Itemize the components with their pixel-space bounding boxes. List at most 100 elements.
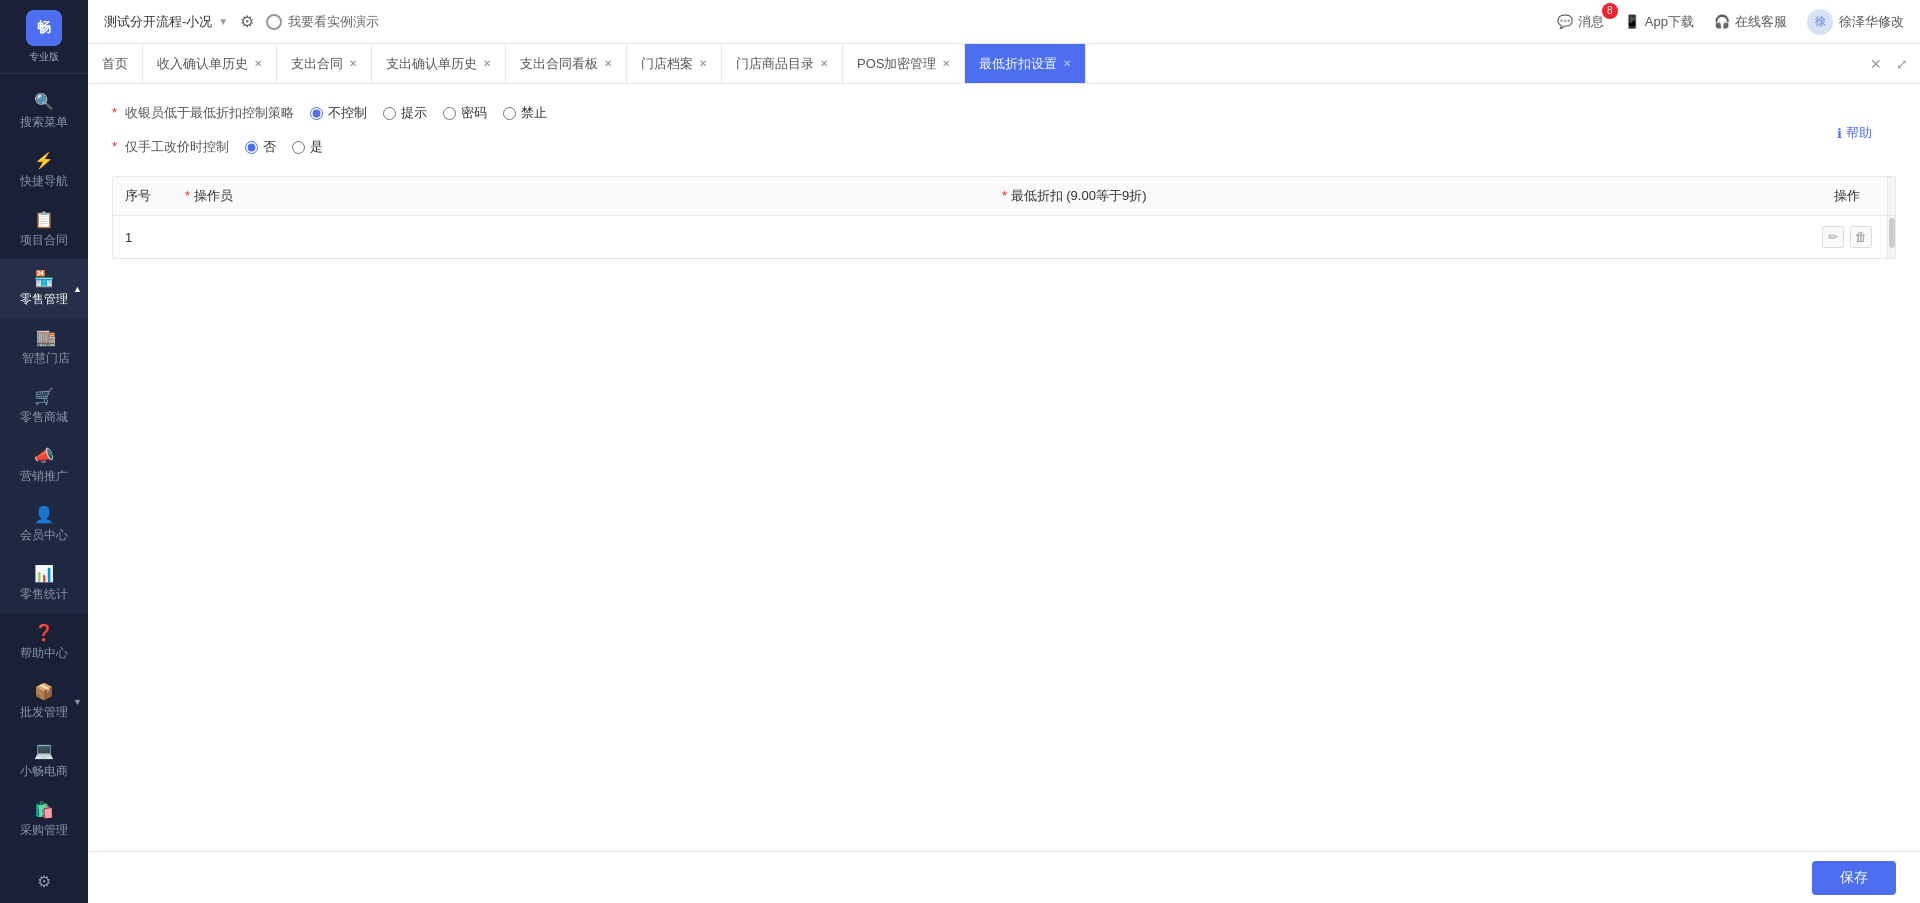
search-icon: 🔍 (34, 92, 54, 111)
close-tab-icon[interactable]: ✕ (1866, 54, 1886, 74)
tab-pos-password[interactable]: POS加密管理 ✕ (843, 44, 965, 84)
tab-store-file[interactable]: 门店档案 ✕ (627, 44, 722, 84)
demo-link[interactable]: 我要看实例演示 (266, 13, 379, 31)
help-link[interactable]: ℹ 帮助 (1837, 124, 1872, 142)
message-btn[interactable]: 💬 消息 8 (1557, 13, 1604, 31)
customer-service-btn[interactable]: 🎧 在线客服 (1714, 13, 1787, 31)
manual-row: * 仅手工改价时控制 否 是 (112, 138, 1896, 156)
table-header: 序号 * 操作员 * 最低折扣 (9.00等于9折) 操作 (113, 177, 1895, 216)
tab-label: 门店商品目录 (736, 55, 814, 73)
tab-bar: 首页 收入确认单历史 ✕ 支出合同 ✕ 支出确认单历史 ✕ 支出合同看板 ✕ 门… (88, 44, 1920, 84)
tab-close-icon[interactable]: ✕ (349, 58, 357, 69)
policy-label: * 收银员低于最低折扣控制策略 (112, 104, 294, 122)
sidebar-item-label: 小畅电商 (20, 763, 68, 780)
tab-payment-contract[interactable]: 支出合同 ✕ (277, 44, 372, 84)
page-area: ℹ 帮助 * 收银员低于最低折扣控制策略 不控制 (88, 84, 1920, 851)
sidebar-item-member[interactable]: 👤 会员中心 (0, 495, 88, 554)
policy-prompt[interactable]: 提示 (383, 104, 427, 122)
contract-icon: 📋 (34, 210, 54, 229)
edit-icon[interactable]: ✏ (1822, 226, 1844, 248)
sidebar-item-label: 项目合同 (20, 232, 68, 249)
delete-icon[interactable]: 🗑 (1850, 226, 1872, 248)
footer-bar: 保存 (88, 851, 1920, 903)
tab-close-icon[interactable]: ✕ (254, 58, 262, 69)
tab-close-icon[interactable]: ✕ (1063, 58, 1071, 69)
tab-close-icon[interactable]: ✕ (820, 58, 828, 69)
tab-close-icon[interactable]: ✕ (483, 58, 491, 69)
col-header-seq: 序号 (113, 177, 173, 215)
app-download-btn[interactable]: 📱 App下载 (1624, 13, 1694, 31)
settings-icon: ⚙ (37, 872, 51, 891)
sidebar-settings[interactable]: ⚙ (37, 860, 51, 903)
user-menu[interactable]: 徐 徐泽华修改 (1807, 9, 1904, 35)
sidebar-item-ecommerce[interactable]: 💻 小畅电商 (0, 731, 88, 790)
sidebar-item-purchase[interactable]: 🛍️ 采购管理 (0, 790, 88, 849)
main-content: 测试分开流程-小况 ▼ ⚙ 我要看实例演示 💬 消息 8 📱 App下载 (88, 0, 1920, 903)
user-name: 徐泽华修改 (1839, 13, 1904, 31)
sidebar-item-inventory[interactable]: 📦 库存核算 (0, 849, 88, 860)
sidebar-item-nav[interactable]: ⚡ 快捷导航 (0, 141, 88, 200)
sidebar-item-stats[interactable]: 📊 零售统计 (0, 554, 88, 613)
sidebar-item-label: 帮助中心 (20, 645, 68, 662)
tab-close-icon[interactable]: ✕ (942, 58, 950, 69)
sidebar-item-online-store[interactable]: 🛒 零售商城 (0, 377, 88, 436)
sidebar-item-label: 批发管理 (20, 704, 68, 721)
tab-store-products[interactable]: 门店商品目录 ✕ (722, 44, 843, 84)
sidebar-item-help[interactable]: ❓ 帮助中心 (0, 613, 88, 672)
service-icon: 🎧 (1714, 14, 1730, 29)
marketing-icon: 📣 (34, 446, 54, 465)
manual-no[interactable]: 否 (245, 138, 276, 156)
topbar-right: 💬 消息 8 📱 App下载 🎧 在线客服 徐 徐泽华修改 (1557, 9, 1904, 35)
sidebar-item-wholesale[interactable]: 📦 批发管理 ▼ (0, 672, 88, 731)
tab-min-discount[interactable]: 最低折扣设置 ✕ (965, 44, 1086, 84)
policy-forbid[interactable]: 禁止 (503, 104, 547, 122)
sidebar-item-contract[interactable]: 📋 项目合同 (0, 200, 88, 259)
tab-close-icon[interactable]: ✕ (699, 58, 707, 69)
tab-label: 支出确认单历史 (386, 55, 477, 73)
stats-icon: 📊 (34, 564, 54, 583)
sidebar-item-label: 零售统计 (20, 586, 68, 603)
sidebar-item-marketing[interactable]: 📣 营销推广 (0, 436, 88, 495)
manual-yes[interactable]: 是 (292, 138, 323, 156)
avatar: 徐 (1807, 9, 1833, 35)
tab-close-icon[interactable]: ✕ (604, 58, 612, 69)
sidebar-item-label: 搜索菜单 (20, 114, 68, 131)
manual-label: * 仅手工改价时控制 (112, 138, 229, 156)
form-section: ℹ 帮助 * 收银员低于最低折扣控制策略 不控制 (112, 104, 1896, 156)
ecommerce-icon: 💻 (34, 741, 54, 760)
project-selector[interactable]: 测试分开流程-小况 ▼ (104, 13, 228, 31)
tab-payment-board[interactable]: 支出合同看板 ✕ (506, 44, 627, 84)
tab-payment-history[interactable]: 支出确认单历史 ✕ (372, 44, 506, 84)
topbar-left: 测试分开流程-小况 ▼ ⚙ 我要看实例演示 (104, 12, 379, 31)
tab-bar-actions: ✕ ⤢ (1858, 54, 1920, 74)
message-badge: 8 (1602, 3, 1618, 19)
tab-label: 门店档案 (641, 55, 693, 73)
tab-home[interactable]: 首页 (88, 44, 143, 84)
manual-radio-group: 否 是 (245, 138, 323, 156)
sidebar-item-smart-store[interactable]: 🏬 智慧门店 (0, 318, 88, 377)
online-store-icon: 🛒 (34, 387, 54, 406)
sidebar-item-label: 会员中心 (20, 527, 68, 544)
policy-no-control[interactable]: 不控制 (310, 104, 367, 122)
message-icon: 💬 (1557, 14, 1573, 29)
help-icon: ℹ (1837, 126, 1842, 141)
policy-radio-group: 不控制 提示 密码 禁止 (310, 104, 547, 122)
sidebar-item-label: 零售商城 (20, 409, 68, 426)
tab-label: 收入确认单历史 (157, 55, 248, 73)
scroll-track (1887, 216, 1895, 258)
help-icon: ❓ (34, 623, 54, 642)
sidebar: 畅 专业版 🔍 搜索菜单 ⚡ 快捷导航 📋 项目合同 🏪 零售管理 ▲ 🏬 智慧… (0, 0, 88, 903)
retail-icon: 🏪 (34, 269, 54, 288)
sidebar-item-search[interactable]: 🔍 搜索菜单 (0, 82, 88, 141)
col-header-action: 操作 (1807, 177, 1887, 215)
tab-income-history[interactable]: 收入确认单历史 ✕ (143, 44, 277, 84)
save-button[interactable]: 保存 (1812, 861, 1896, 895)
message-label: 消息 (1578, 14, 1604, 29)
settings-btn[interactable]: ⚙ (240, 12, 254, 31)
app-logo: 畅 专业版 (0, 0, 88, 74)
scroll-thumb[interactable] (1889, 218, 1895, 248)
cell-discount (990, 227, 1807, 247)
sidebar-item-retail[interactable]: 🏪 零售管理 ▲ (0, 259, 88, 318)
policy-password[interactable]: 密码 (443, 104, 487, 122)
expand-tab-icon[interactable]: ⤢ (1892, 54, 1912, 74)
